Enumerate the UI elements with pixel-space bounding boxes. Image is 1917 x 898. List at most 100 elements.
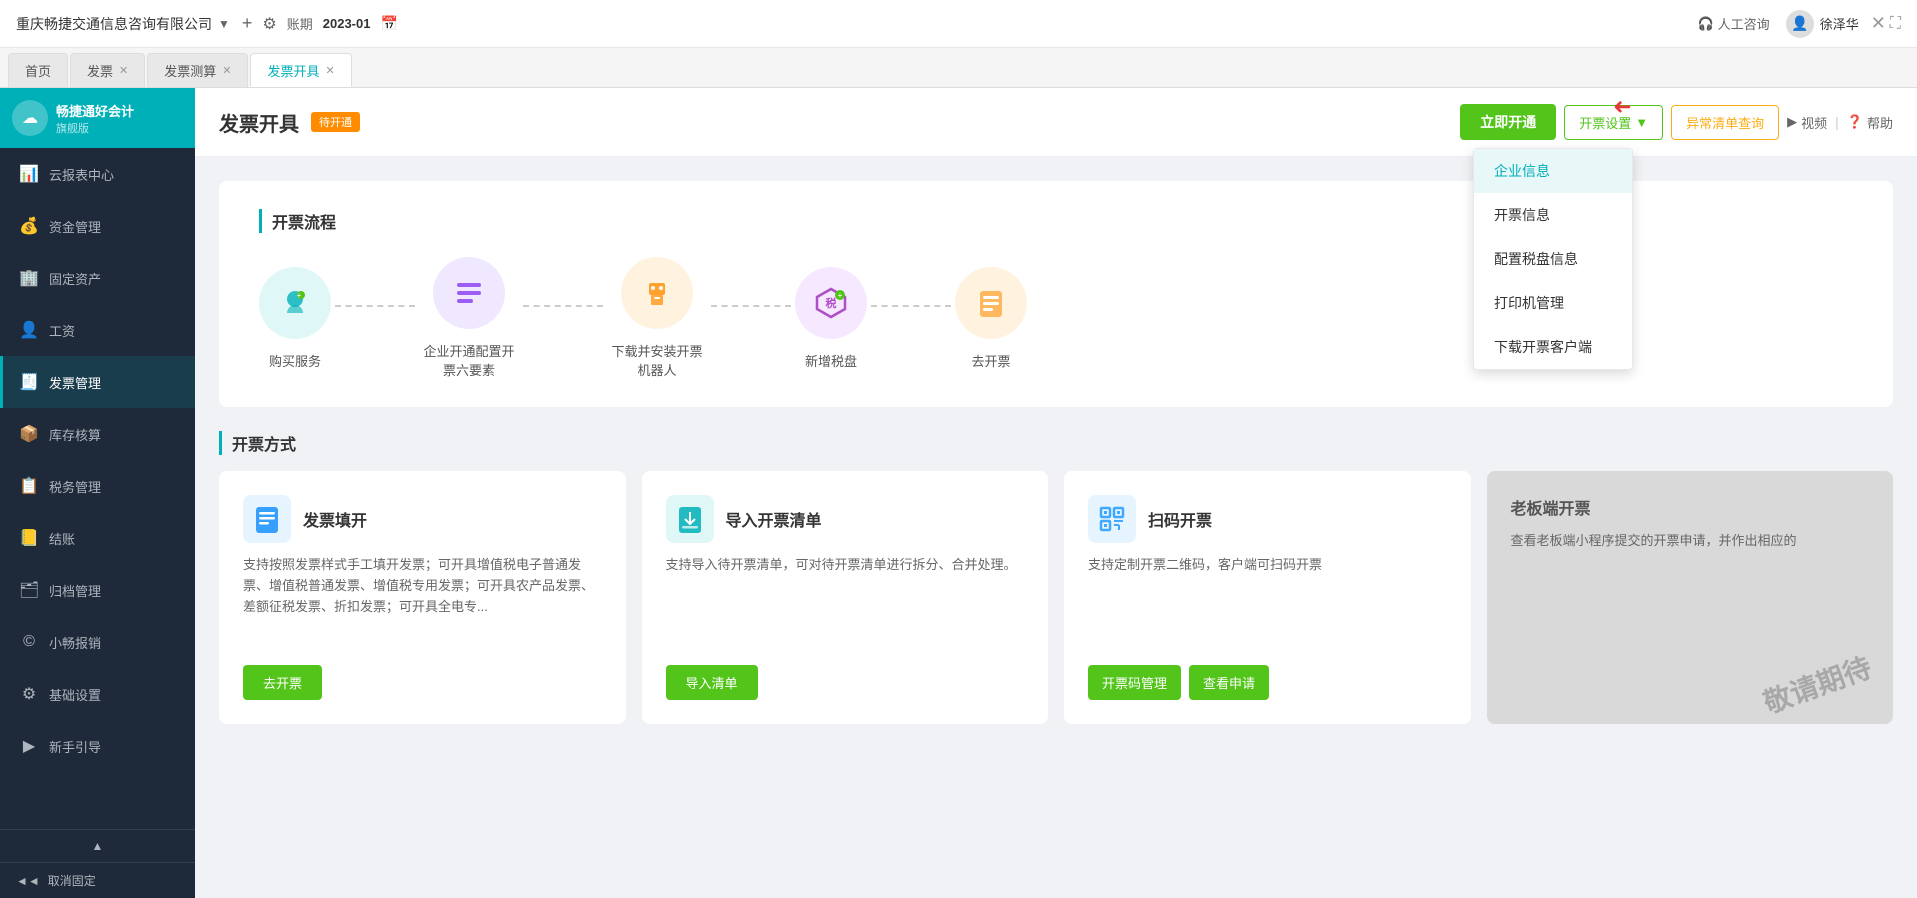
sidebar-item-xinshou-label: 新手引导 — [49, 737, 101, 756]
copyright-icon: © — [19, 633, 39, 651]
tab-invoice[interactable]: 发票 ✕ — [70, 53, 145, 87]
company-selector[interactable]: 重庆畅捷交通信息咨询有限公司 ▼ — [16, 14, 230, 34]
flow-step-5-label: 去开票 — [971, 351, 1010, 370]
boss-method-title: 老板端开票 — [1511, 495, 1591, 519]
ledger-icon: 📒 — [19, 528, 39, 548]
sidebar-item-guidang[interactable]: 🗂 归档管理 — [0, 564, 195, 616]
expand-window-button[interactable]: ⛶ — [1890, 13, 1901, 34]
tab-home[interactable]: 首页 — [8, 53, 68, 87]
abnormal-button[interactable]: 异常清单查询 — [1671, 105, 1779, 140]
flow-step-3: 下载并安装开票机器人 — [607, 257, 707, 379]
sidebar-item-zijin-label: 资金管理 — [49, 217, 101, 236]
user-info[interactable]: 👤 徐泽华 — [1786, 10, 1859, 38]
flow-step-1: + 购买服务 — [259, 267, 331, 370]
flow-icon-2 — [433, 257, 505, 329]
flow-icon-1: + — [259, 267, 331, 339]
cancel-fixed-label: 取消固定 — [48, 872, 96, 889]
flow-step-2-label: 企业开通配置开票六要素 — [419, 341, 519, 379]
fill-invoice-button[interactable]: 去开票 — [243, 665, 322, 700]
import-method-title: 导入开票清单 — [726, 507, 822, 531]
tax-config-label: 配置税盘信息 — [1494, 251, 1578, 267]
activate-button[interactable]: 立即开通 — [1460, 104, 1556, 140]
scan-method-title: 扫码开票 — [1148, 507, 1212, 531]
cancel-fixed-btn[interactable]: ◄◄ 取消固定 — [0, 862, 195, 898]
scroll-up-btn[interactable]: ▲ — [0, 834, 195, 858]
money-icon: 💰 — [19, 216, 39, 236]
flow-icon-5 — [955, 267, 1027, 339]
dropdown-item-invoice-info[interactable]: 开票信息 — [1474, 193, 1632, 237]
methods-section-title: 开票方式 — [219, 431, 1893, 455]
calendar-icon[interactable]: 📅 — [380, 15, 397, 32]
flow-step-4: 税+ 新增税盘 — [795, 267, 867, 370]
import-method-desc: 支持导入待开票清单，可对待开票清单进行拆分、合并处理。 — [666, 555, 1025, 645]
tab-invoice-calc[interactable]: 发票测算 ✕ — [147, 53, 248, 87]
video-btn-label: 视频 — [1801, 113, 1827, 132]
help-page-button[interactable]: ❓ 帮助 — [1847, 113, 1893, 132]
add-icon[interactable]: + — [242, 13, 253, 34]
scan-icon — [1088, 495, 1136, 543]
invoice-info-label: 开票信息 — [1494, 207, 1550, 223]
page-header: 发票开具 待开通 立即开通 开票设置 ▼ 异常清单查询 ▶ 视频 | ❓ 帮助 — [195, 88, 1917, 157]
flow-step-5: 去开票 — [955, 267, 1027, 370]
folder-icon: 🗂 — [19, 580, 39, 600]
tab-home-label: 首页 — [25, 61, 51, 80]
dropdown-item-tax-config[interactable]: 配置税盘信息 — [1474, 237, 1632, 281]
sidebar-item-jichushezhi[interactable]: ⚙ 基础设置 — [0, 668, 195, 720]
tab-invoice-issue-close[interactable]: ✕ — [326, 64, 335, 77]
scan-method-desc: 支持定制开票二维码，客户端可扫码开票 — [1088, 555, 1447, 645]
sidebar-item-gudingzichan[interactable]: 🏢 固定资产 — [0, 252, 195, 304]
sidebar-item-gudingzichan-label: 固定资产 — [49, 269, 101, 288]
video-button[interactable]: ▶ 视频 — [1787, 113, 1827, 132]
logo-area: ☁ 畅捷通好会计 旗舰版 — [0, 88, 195, 148]
dropdown-arrow-icon: ▼ — [218, 17, 230, 31]
sidebar-item-yunbao-label: 云报表中心 — [49, 165, 114, 184]
sidebar-item-zijin[interactable]: 💰 资金管理 — [0, 200, 195, 252]
sidebar: ☁ 畅捷通好会计 旗舰版 📊 云报表中心 💰 资金管理 🏢 固定资产 👤 工资 — [0, 88, 195, 898]
sidebar-item-shuiwu[interactable]: 📋 税务管理 — [0, 460, 195, 512]
logo-text: 畅捷通好会计 — [56, 101, 134, 120]
import-list-button[interactable]: 导入清单 — [666, 665, 758, 700]
flow-step-2: 企业开通配置开票六要素 — [419, 257, 519, 379]
tabs-bar: 首页 发票 ✕ 发票测算 ✕ 发票开具 ✕ — [0, 48, 1917, 88]
close-window-button[interactable]: ✕ — [1871, 13, 1886, 34]
user-name: 徐泽华 — [1820, 14, 1859, 33]
sidebar-item-fapiao[interactable]: 🧾 发票管理 — [0, 356, 195, 408]
sidebar-item-kucun[interactable]: 📦 库存核算 — [0, 408, 195, 460]
svg-text:+: + — [838, 291, 843, 300]
sidebar-item-xinshou[interactable]: ▶ 新手引导 — [0, 720, 195, 772]
question-circle-icon: ❓ — [1847, 114, 1863, 130]
pin-left-icon: ◄◄ — [16, 874, 40, 888]
method-card-fill: 发票填开 支持按照发票样式手工填开发票；可开具增值税电子普通发票、增值税普通发票… — [219, 471, 626, 724]
flow-icon-4: 税+ — [795, 267, 867, 339]
settings-icon[interactable]: ⚙ — [262, 14, 276, 34]
sidebar-item-gongzi[interactable]: 👤 工资 — [0, 304, 195, 356]
sidebar-item-xiaochang[interactable]: © 小畅报销 — [0, 616, 195, 668]
tab-invoice-issue[interactable]: 发票开具 ✕ — [250, 53, 351, 87]
dropdown-item-download[interactable]: 下载开票客户端 — [1474, 325, 1632, 369]
status-badge: 待开通 — [311, 112, 360, 132]
sidebar-item-yunbao[interactable]: 📊 云报表中心 — [0, 148, 195, 200]
company-name: 重庆畅捷交通信息咨询有限公司 — [16, 14, 212, 34]
page-title: 发票开具 — [219, 108, 299, 137]
tab-invoice-issue-label: 发票开具 — [267, 61, 319, 80]
flow-connector-1 — [335, 305, 415, 307]
flow-section: 开票流程 + 购买服务 企业开通配置开票 — [219, 181, 1893, 407]
tab-invoice-close[interactable]: ✕ — [119, 64, 128, 77]
help-btn[interactable]: 🎧 人工咨询 — [1697, 14, 1769, 33]
tab-invoice-calc-close[interactable]: ✕ — [222, 64, 231, 77]
import-icon — [666, 495, 714, 543]
clipboard-icon: 📋 — [19, 476, 39, 496]
logo-version: 旗舰版 — [56, 120, 134, 136]
sidebar-item-gongzi-label: 工资 — [49, 321, 75, 340]
coming-soon-watermark: 敬请期待 — [1758, 646, 1877, 722]
person-icon: 👤 — [19, 320, 39, 340]
play-icon: ▶ — [19, 736, 39, 756]
sidebar-item-jiezhang[interactable]: 📒 结账 — [0, 512, 195, 564]
view-application-button[interactable]: 查看申请 — [1189, 665, 1269, 700]
qr-manage-button[interactable]: 开票码管理 — [1088, 665, 1181, 700]
period-label: 账期 — [287, 14, 313, 33]
dropdown-item-printer[interactable]: 打印机管理 — [1474, 281, 1632, 325]
chart-icon: 📊 — [19, 164, 39, 184]
dropdown-item-enterprise[interactable]: 企业信息 — [1474, 149, 1632, 193]
sidebar-item-kucun-label: 库存核算 — [49, 425, 101, 444]
